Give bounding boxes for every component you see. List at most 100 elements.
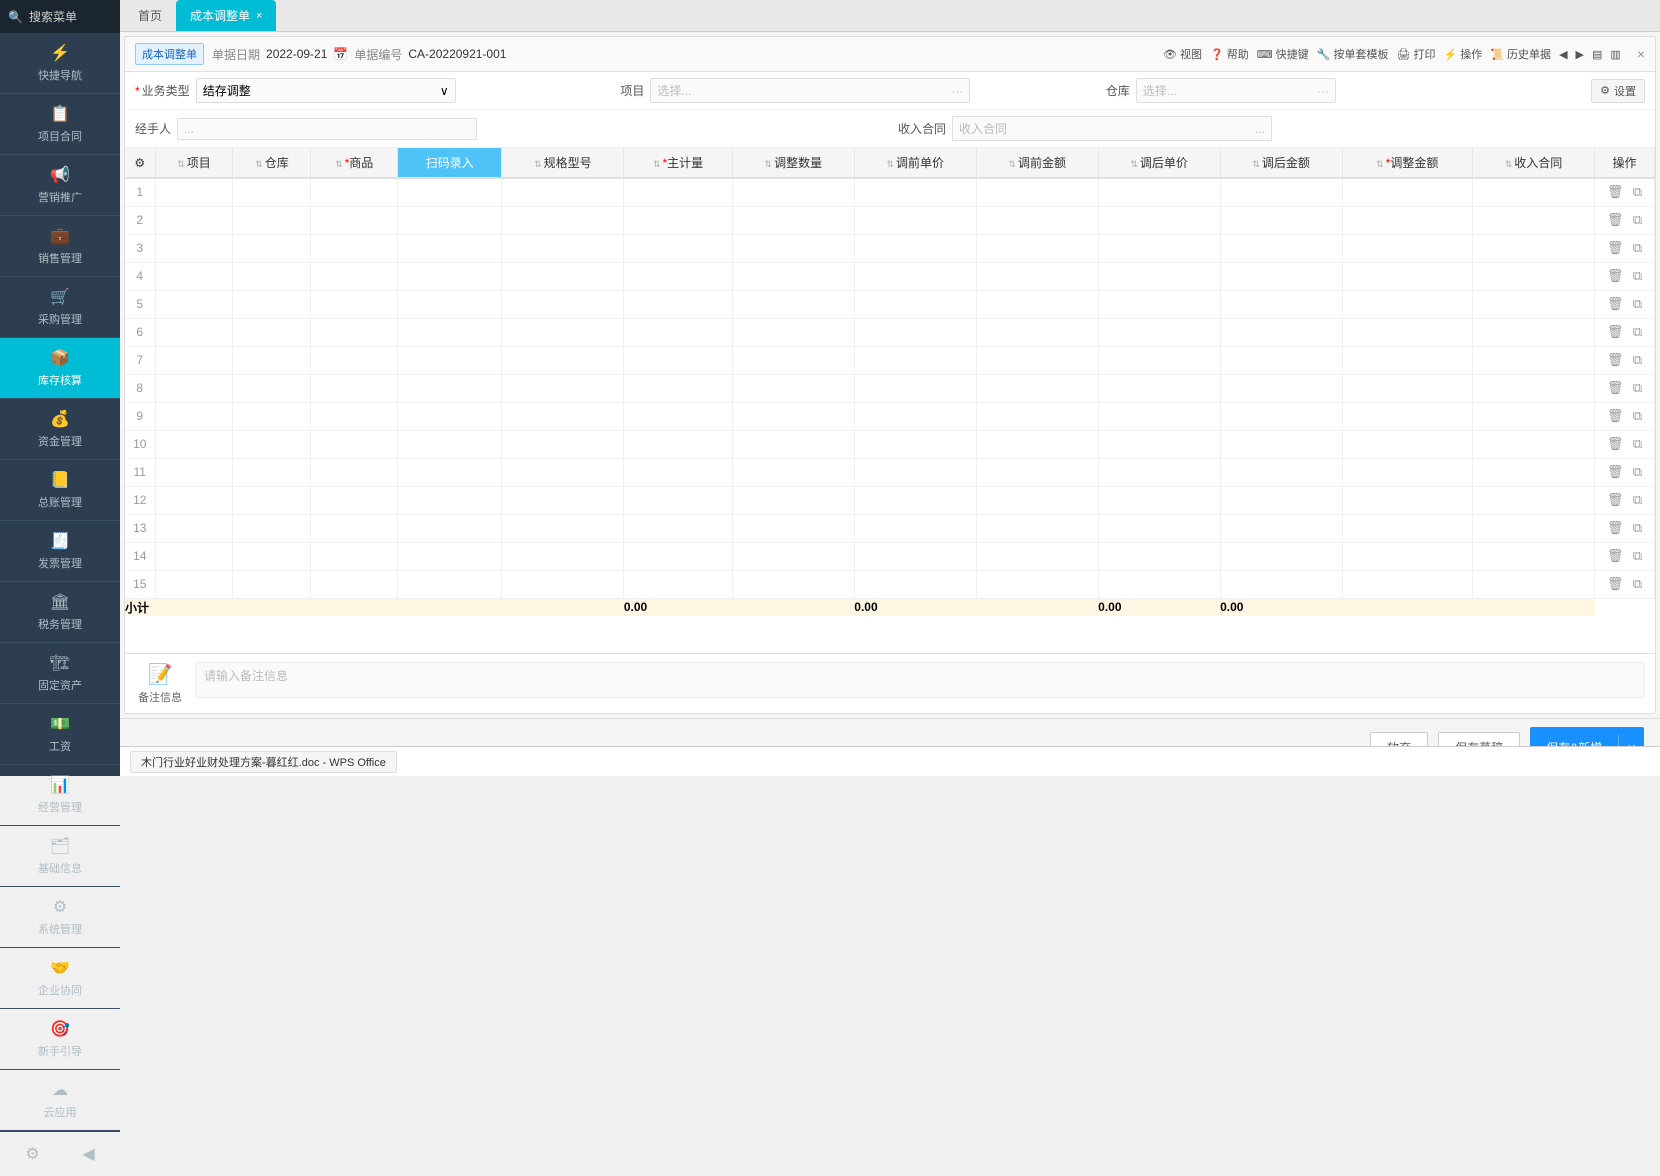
cell-7-5[interactable] <box>624 346 733 374</box>
cell-3-0[interactable] <box>155 234 233 262</box>
copy-row-14[interactable]: ⧉ <box>1630 547 1645 565</box>
cell-8-1[interactable] <box>233 374 311 402</box>
cell-13-5[interactable] <box>624 514 733 542</box>
settings-button[interactable]: ⚙ 设置 <box>1591 79 1645 103</box>
tab-home[interactable]: 首页 <box>124 0 176 31</box>
cell-3-5[interactable] <box>624 234 733 262</box>
cell-9-3[interactable] <box>397 402 501 430</box>
cell-1-10[interactable] <box>1220 178 1342 206</box>
cell-15-3[interactable] <box>397 570 501 598</box>
sidebar-item-sys-mgmt[interactable]: ⚙系统管理 <box>0 887 120 948</box>
cell-13-0[interactable] <box>155 514 233 542</box>
cell-6-12[interactable] <box>1473 318 1595 346</box>
cell-1-2[interactable] <box>311 178 398 206</box>
cell-13-10[interactable] <box>1220 514 1342 542</box>
cell-2-4[interactable] <box>502 206 624 234</box>
cell-9-5[interactable] <box>624 402 733 430</box>
cell-6-4[interactable] <box>502 318 624 346</box>
cell-13-1[interactable] <box>233 514 311 542</box>
sidebar-search[interactable]: 🔍 搜索菜单 <box>0 0 120 33</box>
action-prev[interactable]: ◀ <box>1559 48 1567 61</box>
cell-8-3[interactable] <box>397 374 501 402</box>
taskbar-wps-item[interactable]: 木门行业好业财处理方案-暮红红.doc - WPS Office <box>130 751 397 773</box>
cell-14-2[interactable] <box>311 542 398 570</box>
delete-row-2[interactable]: 🗑 <box>1604 211 1627 229</box>
cell-6-0[interactable] <box>155 318 233 346</box>
cell-13-11[interactable] <box>1342 514 1472 542</box>
sidebar-item-invoice-mgmt[interactable]: 🧾发票管理 <box>0 521 120 582</box>
cell-10-6[interactable] <box>732 430 854 458</box>
cell-10-0[interactable] <box>155 430 233 458</box>
cell-3-10[interactable] <box>1220 234 1342 262</box>
cell-13-6[interactable] <box>732 514 854 542</box>
cell-6-8[interactable] <box>976 318 1098 346</box>
cell-10-1[interactable] <box>233 430 311 458</box>
cell-7-7[interactable] <box>854 346 976 374</box>
cell-9-8[interactable] <box>976 402 1098 430</box>
cell-10-7[interactable] <box>854 430 976 458</box>
cell-8-2[interactable] <box>311 374 398 402</box>
cell-14-3[interactable] <box>397 542 501 570</box>
cell-14-5[interactable] <box>624 542 733 570</box>
delete-row-4[interactable]: 🗑 <box>1604 267 1627 285</box>
delete-row-15[interactable]: 🗑 <box>1604 575 1627 593</box>
action-next[interactable]: ▶ <box>1576 48 1584 61</box>
cell-5-0[interactable] <box>155 290 233 318</box>
cell-14-10[interactable] <box>1220 542 1342 570</box>
sidebar-item-new-guide[interactable]: 🎯新手引导 <box>0 1009 120 1070</box>
cell-12-5[interactable] <box>624 486 733 514</box>
sidebar-item-basic-info[interactable]: 🗂基础信息 <box>0 826 120 887</box>
cell-2-1[interactable] <box>233 206 311 234</box>
cell-15-4[interactable] <box>502 570 624 598</box>
delete-row-9[interactable]: 🗑 <box>1604 407 1627 425</box>
income-contract-input[interactable]: 收入合同 ... <box>952 116 1272 141</box>
cell-7-6[interactable] <box>732 346 854 374</box>
cell-12-3[interactable] <box>397 486 501 514</box>
cell-14-12[interactable] <box>1473 542 1595 570</box>
tab-close-icon[interactable]: × <box>256 10 262 22</box>
action-ops[interactable]: ⚡ 操作 <box>1444 46 1483 62</box>
cell-2-10[interactable] <box>1220 206 1342 234</box>
delete-row-14[interactable]: 🗑 <box>1604 547 1627 565</box>
cell-1-1[interactable] <box>233 178 311 206</box>
cell-15-5[interactable] <box>624 570 733 598</box>
cell-15-11[interactable] <box>1342 570 1472 598</box>
cell-10-12[interactable] <box>1473 430 1595 458</box>
cell-5-9[interactable] <box>1098 290 1220 318</box>
cell-2-9[interactable] <box>1098 206 1220 234</box>
cell-2-6[interactable] <box>732 206 854 234</box>
cell-3-11[interactable] <box>1342 234 1472 262</box>
tab-cost-adjust[interactable]: 成本调整单 × <box>176 0 276 31</box>
cell-9-12[interactable] <box>1473 402 1595 430</box>
cell-11-10[interactable] <box>1220 458 1342 486</box>
cell-10-3[interactable] <box>397 430 501 458</box>
cell-15-12[interactable] <box>1473 570 1595 598</box>
cell-12-10[interactable] <box>1220 486 1342 514</box>
cell-10-9[interactable] <box>1098 430 1220 458</box>
copy-row-10[interactable]: ⧉ <box>1630 435 1645 453</box>
agent-input[interactable]: ... <box>177 118 477 140</box>
cell-13-8[interactable] <box>976 514 1098 542</box>
cell-13-7[interactable] <box>854 514 976 542</box>
action-view1[interactable]: ▤ <box>1592 48 1602 61</box>
cell-14-7[interactable] <box>854 542 976 570</box>
cell-13-4[interactable] <box>502 514 624 542</box>
project-input[interactable]: 选择... ··· <box>650 78 970 103</box>
cell-11-11[interactable] <box>1342 458 1472 486</box>
copy-row-13[interactable]: ⧉ <box>1630 519 1645 537</box>
cell-13-3[interactable] <box>397 514 501 542</box>
action-print[interactable]: 🖨 打印 <box>1397 46 1436 62</box>
cell-10-5[interactable] <box>624 430 733 458</box>
cell-2-5[interactable] <box>624 206 733 234</box>
delete-row-1[interactable]: 🗑 <box>1604 183 1627 201</box>
cell-3-9[interactable] <box>1098 234 1220 262</box>
action-view2[interactable]: ▥ <box>1610 48 1620 61</box>
cell-12-6[interactable] <box>732 486 854 514</box>
copy-row-15[interactable]: ⧉ <box>1630 575 1645 593</box>
cell-7-4[interactable] <box>502 346 624 374</box>
cell-1-6[interactable] <box>732 178 854 206</box>
cell-15-10[interactable] <box>1220 570 1342 598</box>
delete-row-6[interactable]: 🗑 <box>1604 323 1627 341</box>
cell-4-6[interactable] <box>732 262 854 290</box>
cell-14-8[interactable] <box>976 542 1098 570</box>
